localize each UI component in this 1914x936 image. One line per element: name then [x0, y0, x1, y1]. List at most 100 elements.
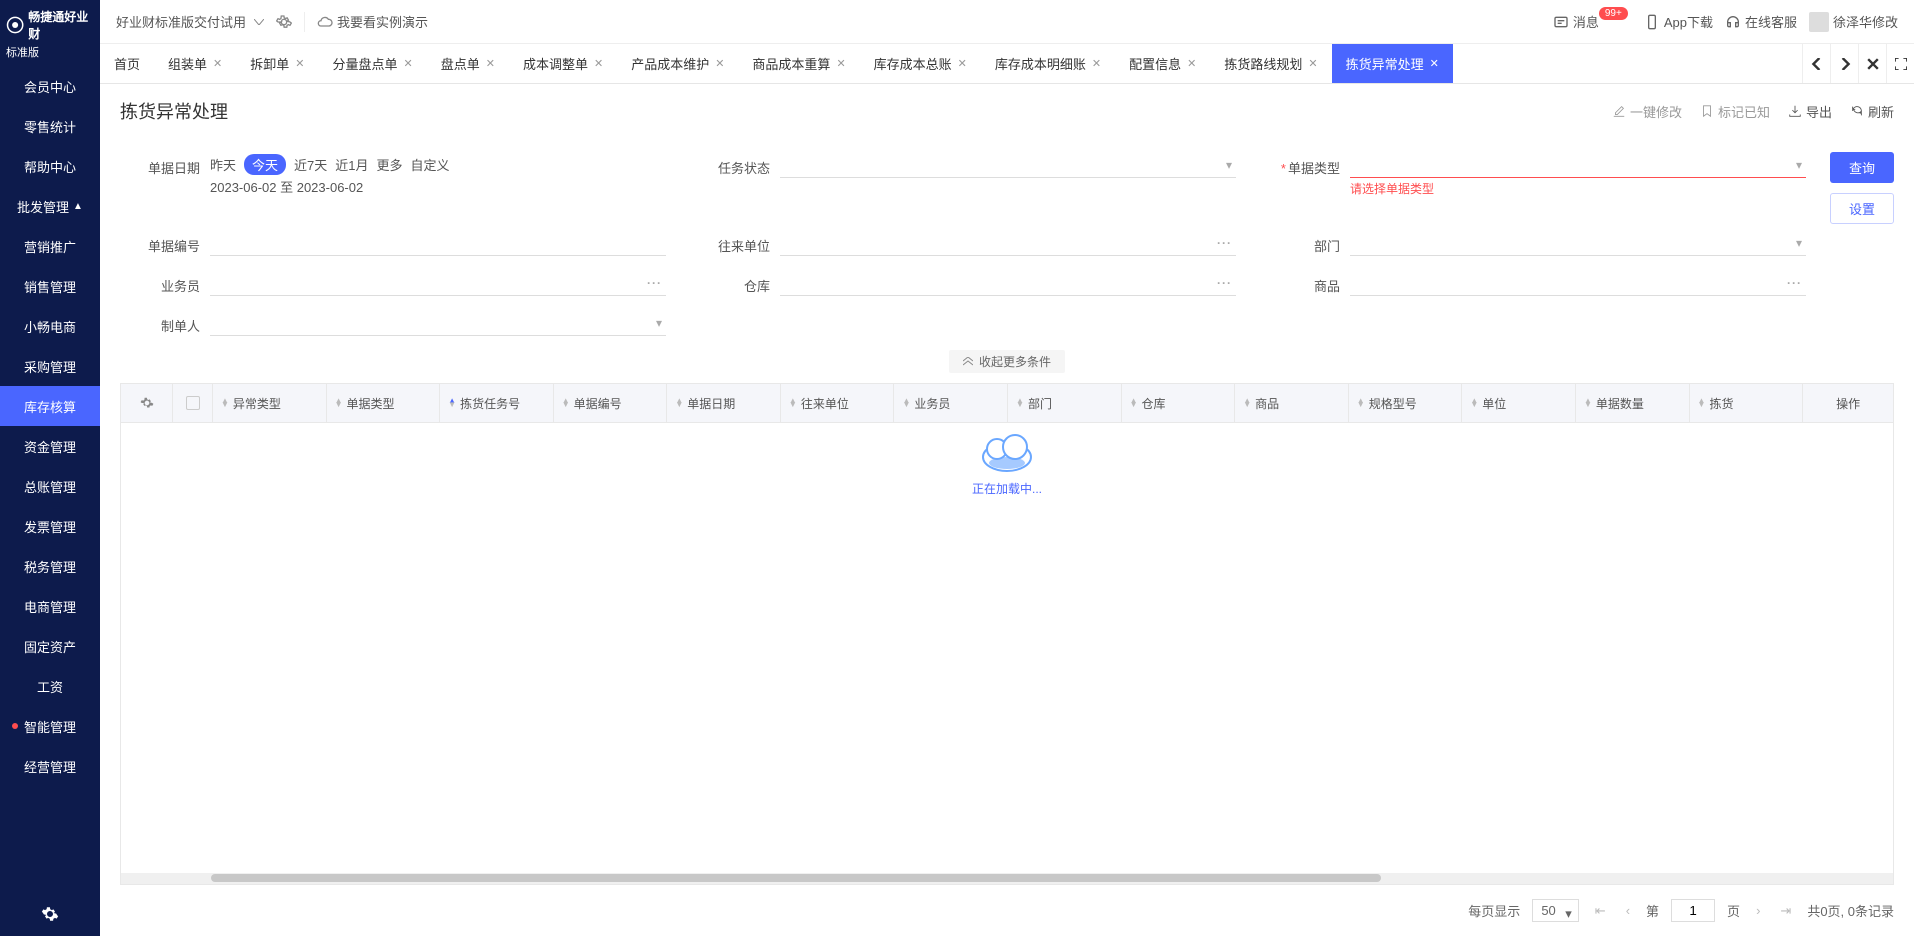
tab-11[interactable]: 拣货路线规划✕: [1210, 44, 1331, 83]
tab-close-icon[interactable]: ✕: [1092, 57, 1101, 70]
tab-10[interactable]: 配置信息✕: [1115, 44, 1210, 83]
tab-5[interactable]: 成本调整单✕: [509, 44, 617, 83]
sort-icon[interactable]: ▲▼: [902, 399, 910, 407]
support-button[interactable]: 在线客服: [1725, 12, 1797, 31]
date-shortcut[interactable]: 今天: [244, 154, 286, 175]
tab-1[interactable]: 组装单✕: [154, 44, 236, 83]
partner-input[interactable]: [780, 232, 1236, 256]
creator-select[interactable]: [210, 312, 666, 336]
sidebar-item-6[interactable]: 小畅电商: [0, 306, 100, 346]
column-header[interactable]: ▲▼单据类型: [327, 384, 441, 422]
fullscreen-button[interactable]: [1886, 44, 1914, 83]
page-prev-button[interactable]: ‹: [1622, 903, 1634, 918]
date-shortcut[interactable]: 昨天: [210, 155, 236, 174]
page-next-button[interactable]: ›: [1752, 903, 1764, 918]
app-download-button[interactable]: App下载: [1644, 12, 1713, 31]
mark-read-button[interactable]: 标记已知: [1700, 102, 1770, 121]
sidebar-item-12[interactable]: 税务管理: [0, 546, 100, 586]
sort-icon[interactable]: ▲▼: [789, 399, 797, 407]
filter-settings-button[interactable]: 设置: [1830, 193, 1894, 224]
column-header[interactable]: ▲▼规格型号: [1349, 384, 1463, 422]
query-button[interactable]: 查询: [1830, 152, 1894, 183]
tab-close-icon[interactable]: ✕: [1187, 57, 1196, 70]
tab-close-icon[interactable]: ✕: [836, 57, 845, 70]
column-settings-button[interactable]: [121, 384, 173, 422]
sidebar-item-7[interactable]: 采购管理: [0, 346, 100, 386]
sort-icon[interactable]: ▲▼: [1357, 399, 1365, 407]
column-header[interactable]: ▲▼部门: [1008, 384, 1122, 422]
app-title-dropdown[interactable]: 好业财标准版交付试用: [116, 12, 264, 31]
tab-7[interactable]: 商品成本重算✕: [738, 44, 859, 83]
column-header[interactable]: ▲▼仓库: [1122, 384, 1236, 422]
messages-button[interactable]: 消息 99+: [1553, 12, 1632, 31]
user-menu[interactable]: 徐泽华修改: [1809, 12, 1898, 32]
warehouse-input[interactable]: [780, 272, 1236, 296]
chevron-down-icon[interactable]: ▾: [1796, 158, 1802, 172]
task-status-select[interactable]: [780, 154, 1236, 178]
tab-close-icon[interactable]: ✕: [404, 57, 413, 70]
sidebar-item-9[interactable]: 资金管理: [0, 426, 100, 466]
sidebar-item-4[interactable]: 营销推广: [0, 226, 100, 266]
tab-2[interactable]: 拆卸单✕: [236, 44, 318, 83]
select-all-checkbox[interactable]: [173, 384, 213, 422]
refresh-button[interactable]: 刷新: [1850, 102, 1894, 121]
sidebar-item-10[interactable]: 总账管理: [0, 466, 100, 506]
doc-type-select[interactable]: [1350, 154, 1806, 178]
column-header[interactable]: ▲▼往来单位: [781, 384, 895, 422]
demo-button[interactable]: 我要看实例演示: [317, 12, 428, 31]
chevron-down-icon[interactable]: ▾: [656, 316, 662, 330]
tab-close-icon[interactable]: ✕: [486, 57, 495, 70]
top-settings-button[interactable]: [276, 14, 292, 30]
scrollbar-thumb[interactable]: [211, 874, 1381, 882]
sort-icon[interactable]: ▲▼: [1698, 399, 1706, 407]
column-header[interactable]: ▲▼业务员: [894, 384, 1008, 422]
salesman-input[interactable]: [210, 272, 666, 296]
ellipsis-icon[interactable]: ···: [1217, 236, 1232, 250]
batch-edit-button[interactable]: 一键修改: [1612, 102, 1682, 121]
sort-icon[interactable]: ▲▼: [448, 399, 456, 407]
sort-icon[interactable]: ▲▼: [1130, 399, 1138, 407]
sidebar-item-16[interactable]: 智能管理: [0, 706, 100, 746]
column-header[interactable]: ▲▼拣货: [1690, 384, 1804, 422]
column-header[interactable]: ▲▼商品: [1235, 384, 1349, 422]
sidebar-item-13[interactable]: 电商管理: [0, 586, 100, 626]
sidebar-item-11[interactable]: 发票管理: [0, 506, 100, 546]
tab-close-icon[interactable]: ✕: [958, 57, 967, 70]
sort-icon[interactable]: ▲▼: [221, 399, 229, 407]
date-shortcut[interactable]: 近1月: [335, 155, 368, 174]
sidebar-item-0[interactable]: 会员中心: [0, 66, 100, 106]
tab-8[interactable]: 库存成本总账✕: [860, 44, 981, 83]
tab-close-icon[interactable]: ✕: [1430, 57, 1439, 70]
tab-0[interactable]: 首页: [100, 44, 154, 83]
column-header[interactable]: ▲▼单据日期: [667, 384, 781, 422]
tabs-scroll-right[interactable]: [1830, 44, 1858, 83]
sidebar-item-15[interactable]: 工资: [0, 666, 100, 706]
per-page-select[interactable]: 50 ▾: [1532, 899, 1578, 922]
sidebar-item-1[interactable]: 零售统计: [0, 106, 100, 146]
tab-3[interactable]: 分量盘点单✕: [318, 44, 426, 83]
sidebar-item-3[interactable]: 批发管理▲: [0, 186, 100, 226]
sidebar-item-14[interactable]: 固定资产: [0, 626, 100, 666]
tab-12[interactable]: 拣货异常处理✕: [1332, 44, 1453, 83]
column-header[interactable]: ▲▼异常类型: [213, 384, 327, 422]
sidebar-item-5[interactable]: 销售管理: [0, 266, 100, 306]
tab-close-icon[interactable]: ✕: [1308, 57, 1317, 70]
horizontal-scrollbar[interactable]: [120, 873, 1894, 885]
column-header[interactable]: ▲▼单位: [1462, 384, 1576, 422]
sort-icon[interactable]: ▲▼: [1470, 399, 1478, 407]
column-header[interactable]: ▲▼单据数量: [1576, 384, 1690, 422]
tab-close-icon[interactable]: ✕: [295, 57, 304, 70]
sidebar-settings[interactable]: [31, 895, 69, 936]
sort-icon[interactable]: ▲▼: [562, 399, 570, 407]
tabs-scroll-left[interactable]: [1802, 44, 1830, 83]
sort-icon[interactable]: ▲▼: [1016, 399, 1024, 407]
sidebar-item-2[interactable]: 帮助中心: [0, 146, 100, 186]
page-first-button[interactable]: ⇤: [1591, 903, 1610, 919]
tab-close-icon[interactable]: ✕: [213, 57, 222, 70]
page-number-input[interactable]: [1671, 899, 1715, 922]
tab-close-icon[interactable]: ✕: [594, 57, 603, 70]
sort-icon[interactable]: ▲▼: [675, 399, 683, 407]
date-shortcut[interactable]: 近7天: [294, 155, 327, 174]
date-shortcut[interactable]: 自定义: [411, 155, 450, 174]
chevron-down-icon[interactable]: ▾: [1796, 236, 1802, 250]
